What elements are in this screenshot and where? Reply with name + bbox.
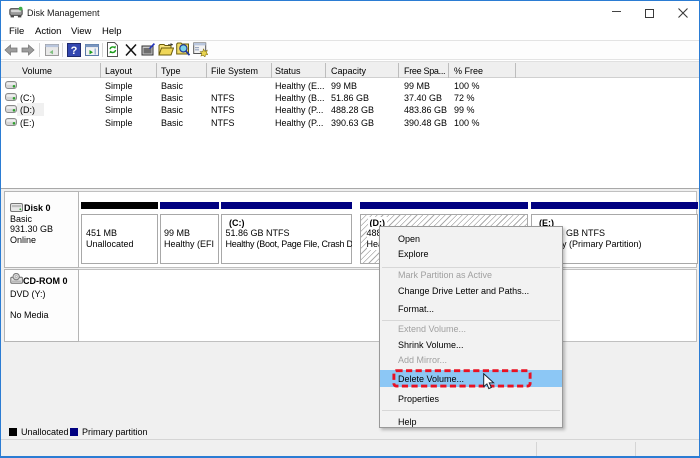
svg-text:?: ? — [71, 45, 78, 57]
